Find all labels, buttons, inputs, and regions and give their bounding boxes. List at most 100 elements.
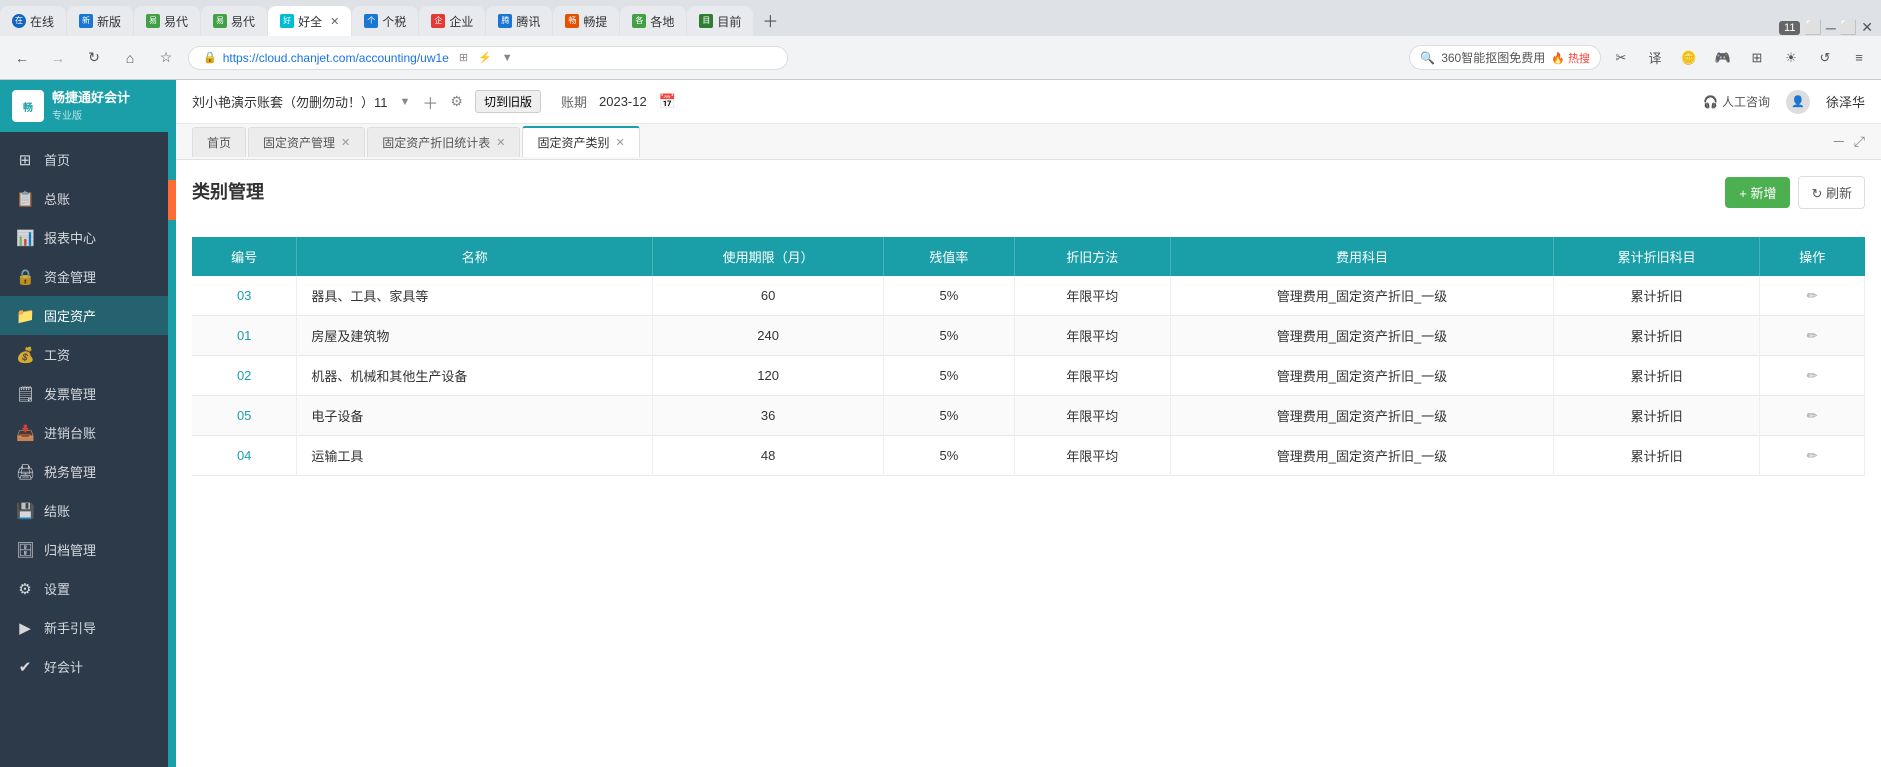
browser-tab-muqian[interactable]: 目 目前 (687, 6, 753, 36)
browser-tab-haoquan[interactable]: 好 好全 ✕ (268, 6, 351, 36)
cell-code[interactable]: 02 (192, 356, 297, 396)
sidebar-item-general-ledger[interactable]: 📋 总账 (0, 179, 168, 218)
user-avatar[interactable]: 👤 (1786, 90, 1810, 114)
menu-icon[interactable]: ≡ (1845, 44, 1873, 72)
cell-accumulated: 累计折旧 (1554, 436, 1760, 476)
sidebar-item-label: 好会计 (44, 657, 83, 676)
game-icon[interactable]: 🎮 (1709, 44, 1737, 72)
undo-icon[interactable]: ↺ (1811, 44, 1839, 72)
content-tab-close-icon[interactable]: ✕ (496, 136, 505, 149)
cell-code[interactable]: 03 (192, 276, 297, 316)
content-minimize-icon[interactable]: － (1832, 132, 1846, 152)
coin-icon[interactable]: 🪙 (1675, 44, 1703, 72)
new-window-icon[interactable]: ⬜ (1804, 19, 1821, 36)
reload-button[interactable]: ↻ (80, 44, 108, 72)
browser-tab-tengxun[interactable]: 腾 腾讯 (486, 6, 552, 36)
sidebar-item-purchase-sales[interactable]: 📥 进销台账 (0, 413, 168, 452)
switch-version-button[interactable]: 切到旧版 (475, 90, 541, 113)
back-button[interactable]: ← (8, 44, 36, 72)
sidebar-item-label: 新手引导 (44, 618, 96, 637)
table-header-row: 编号 名称 使用期限（月） 残值率 折旧方法 费用科目 累计折旧科目 操作 (192, 237, 1865, 276)
sidebar-item-label: 工资 (44, 345, 70, 364)
edit-icon[interactable]: ✏ (1807, 448, 1818, 463)
sidebar-item-funds[interactable]: 🔒 资金管理 (0, 257, 168, 296)
support-button[interactable]: 🎧 人工咨询 (1703, 93, 1770, 110)
col-header-accumulated: 累计折旧科目 (1554, 237, 1760, 276)
browser-tab-geshui[interactable]: 个 个税 (352, 6, 418, 36)
sidebar-item-payroll[interactable]: 💰 工资 (0, 335, 168, 374)
edit-icon[interactable]: ✏ (1807, 328, 1818, 343)
tab-favicon-tengxun: 腾 (498, 14, 512, 28)
sidebar-item-invoice[interactable]: 🗒 发票管理 (0, 374, 168, 413)
brightness-icon[interactable]: ☀ (1777, 44, 1805, 72)
header-dropdown-icon[interactable]: ▼ (400, 96, 411, 108)
tab-label-haoquan: 好全 (298, 13, 322, 30)
address-bar[interactable]: 🔒 https://cloud.chanjet.com/accounting/u… (188, 46, 788, 70)
cell-code[interactable]: 01 (192, 316, 297, 356)
sidebar-logo: 畅 (12, 90, 44, 122)
browser-tab-zaixian[interactable]: 在 在线 (0, 6, 66, 36)
content-maximize-icon[interactable]: ⤢ (1854, 133, 1865, 150)
check-nav-icon: ✔ (16, 658, 34, 676)
browser-tab-xinban[interactable]: 新 新版 (67, 6, 133, 36)
toolbar-right: 🔍 360智能抠图免费用 🔥 热搜 ✂ 译 🪙 🎮 ⊞ ☀ ↺ ≡ (1409, 44, 1873, 72)
tab-favicon-yidai1: 易 (146, 14, 160, 28)
sidebar-item-guide[interactable]: ▶ 新手引导 (0, 608, 168, 647)
cut-icon[interactable]: ✂ (1607, 44, 1635, 72)
content-tab-depreciation-table[interactable]: 固定资产折旧统计表 ✕ (367, 127, 520, 157)
new-tab-button[interactable]: ＋ (754, 4, 786, 36)
site-info-icon[interactable]: ⊞ (459, 51, 468, 64)
tab-favicon-gedi: 各 (632, 14, 646, 28)
tab-favicon-haoquan: 好 (280, 14, 294, 28)
cell-code[interactable]: 04 (192, 436, 297, 476)
sidebar-item-reports[interactable]: 📊 报表中心 (0, 218, 168, 257)
search-bar[interactable]: 🔍 360智能抠图免费用 🔥 热搜 (1409, 45, 1601, 70)
calendar-icon[interactable]: 📅 (659, 93, 676, 110)
search-placeholder: 360智能抠图免费用 (1441, 49, 1545, 66)
content-tab-asset-category[interactable]: 固定资产类别 ✕ (522, 126, 639, 157)
content-tab-close-icon[interactable]: ✕ (341, 136, 350, 149)
cell-period: 60 (653, 276, 884, 316)
cell-code[interactable]: 05 (192, 396, 297, 436)
content-tab-home[interactable]: 首页 (192, 127, 246, 157)
edit-icon[interactable]: ✏ (1807, 368, 1818, 383)
payroll-nav-icon: 💰 (16, 346, 34, 364)
home-button[interactable]: ⌂ (116, 44, 144, 72)
bookmark-button[interactable]: ☆ (152, 44, 180, 72)
address-text: https://cloud.chanjet.com/accounting/uw1… (223, 51, 449, 65)
sidebar-item-label: 设置 (44, 579, 70, 598)
edit-icon[interactable]: ✏ (1807, 408, 1818, 423)
content-tab-fixed-assets-mgmt[interactable]: 固定资产管理 ✕ (248, 127, 365, 157)
dropdown-icon[interactable]: ▼ (502, 52, 513, 64)
browser-tab-yidai1[interactable]: 易 易代 (134, 6, 200, 36)
content-tab-close-icon[interactable]: ✕ (616, 136, 625, 149)
header-settings-icon[interactable]: ⚙ (450, 93, 463, 110)
cell-residual: 5% (884, 396, 1015, 436)
sidebar-item-haokuaiji[interactable]: ✔ 好会计 (0, 647, 168, 686)
forward-button[interactable]: → (44, 44, 72, 72)
browser-tab-gedi[interactable]: 各 各地 (620, 6, 686, 36)
sidebar-item-homepage[interactable]: ⊞ 首页 (0, 140, 168, 179)
browser-tab-qiye[interactable]: 企 企业 (419, 6, 485, 36)
edit-icon[interactable]: ✏ (1807, 288, 1818, 303)
refresh-button[interactable]: ↻ 刷新 (1798, 176, 1865, 209)
app-header: 刘小艳演示账套（勿删勿动！）11 ▼ ＋ ⚙ 切到旧版 账期 2023-12 📅… (176, 80, 1881, 124)
maximize-icon[interactable]: ⬜ (1840, 19, 1857, 36)
browser-tab-changte[interactable]: 畅 畅提 (553, 6, 619, 36)
translate-icon[interactable]: 译 (1641, 44, 1669, 72)
add-category-button[interactable]: + 新增 (1725, 177, 1790, 208)
tab-close-haoquan[interactable]: ✕ (330, 15, 339, 28)
sidebar-item-close-period[interactable]: 💾 结账 (0, 491, 168, 530)
table-row: 05 电子设备 36 5% 年限平均 管理费用_固定资产折旧_一级 累计折旧 ✏ (192, 396, 1865, 436)
sidebar-item-fixed-assets[interactable]: 📁 固定资产 (0, 296, 168, 335)
tab-label-tengxun: 腾讯 (516, 13, 540, 30)
minimize-icon[interactable]: ─ (1826, 20, 1836, 36)
cell-method: 年限平均 (1014, 436, 1170, 476)
grid-icon[interactable]: ⊞ (1743, 44, 1771, 72)
sidebar-item-archive[interactable]: 🗄 归档管理 (0, 530, 168, 569)
close-window-icon[interactable]: ✕ (1861, 19, 1873, 36)
sidebar-item-tax[interactable]: 🖨 税务管理 (0, 452, 168, 491)
browser-tab-yidai2[interactable]: 易 易代 (201, 6, 267, 36)
header-add-icon[interactable]: ＋ (422, 90, 438, 114)
sidebar-item-settings[interactable]: ⚙ 设置 (0, 569, 168, 608)
